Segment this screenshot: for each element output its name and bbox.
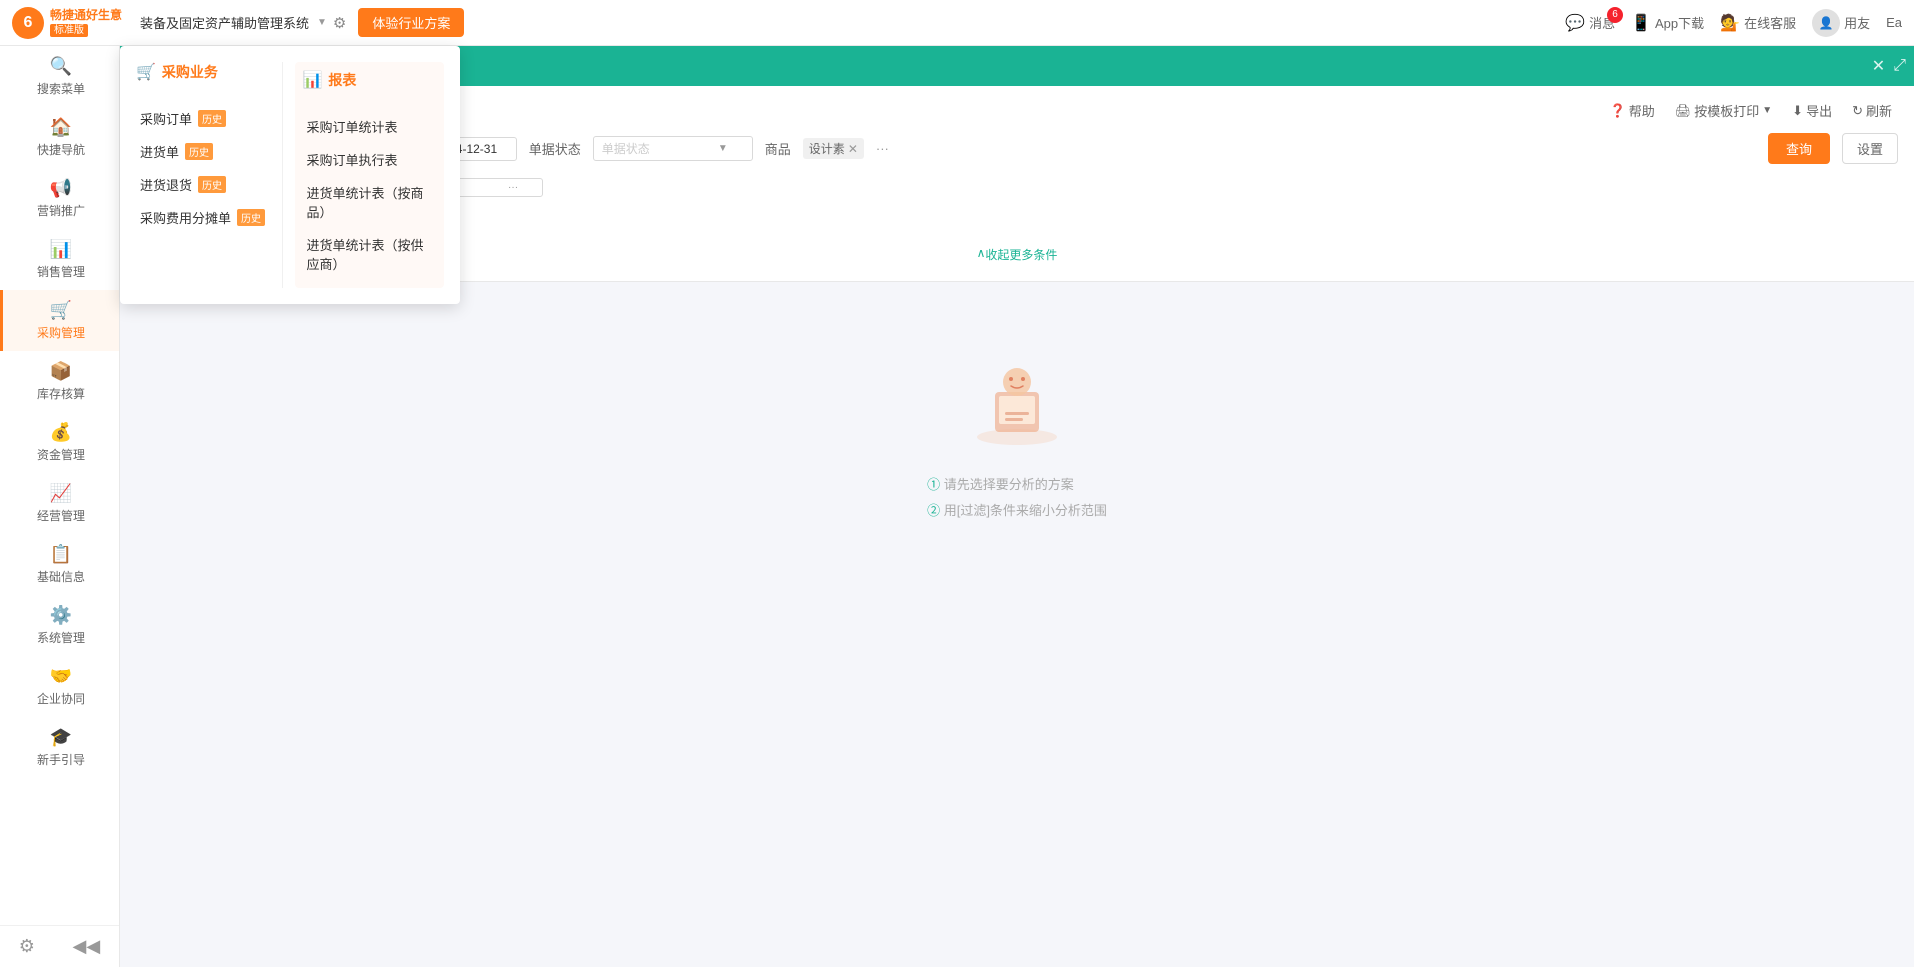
operation-icon: 📈 [50, 483, 72, 504]
sidebar-item-operation[interactable]: 📈 经营管理 [0, 473, 119, 534]
gear-icon[interactable]: ⚙ [333, 14, 346, 32]
purchase-col-title: 🛒 采购业务 [136, 62, 270, 90]
empty-illustration [967, 362, 1067, 452]
sidebar-item-sales[interactable]: 📊 销售管理 [0, 229, 119, 290]
dropdown-item-receipt-by-supplier[interactable]: 进货单统计表（按供应商） [303, 228, 437, 280]
sidebar-item-quicknav[interactable]: 🏠 快捷导航 [0, 107, 119, 168]
logo-text: 畅捷通好生意 标准版 [50, 8, 122, 38]
help-icon: ❓ [1610, 103, 1626, 119]
app-download-button[interactable]: 📱 App下载 [1631, 13, 1704, 33]
dropdown-item-goods-receipt[interactable]: 进货单 历史 [136, 135, 270, 168]
dropdown-item-purchase-expense[interactable]: 采购费用分摊单 历史 [136, 201, 270, 234]
setting-button[interactable]: 设置 [1842, 133, 1898, 164]
sidebar-item-system[interactable]: ⚙️ 系统管理 [0, 595, 119, 656]
sidebar-bottom: ⚙ ◀◀ [0, 925, 119, 967]
service-icon: 💁 [1720, 13, 1740, 33]
user-avatar-button[interactable]: 👤 用友 [1812, 9, 1870, 37]
sidebar-item-purchase[interactable]: 🛒 采购管理 [0, 290, 119, 351]
purchase-col-icon: 🛒 [136, 62, 156, 82]
print-icon: 🖨 [1675, 103, 1692, 119]
marketing-icon: 📢 [50, 178, 72, 199]
newbie-icon: 🎓 [50, 727, 72, 748]
sidebar-item-marketing[interactable]: 📢 营销推广 [0, 168, 119, 229]
ea-label: Ea [1886, 15, 1902, 30]
message-badge: 6 [1607, 7, 1623, 23]
dropdown-divider [282, 62, 283, 288]
sidebar-item-enterprise[interactable]: 🤝 企业协同 [0, 656, 119, 717]
topbar-right: 💬 消息 6 📱 App下载 💁 在线客服 👤 用友 Ea [1565, 9, 1902, 37]
basicinfo-icon: 📋 [50, 544, 72, 565]
dropdown-item-po-exec[interactable]: 采购订单执行表 [303, 143, 437, 176]
logo-area: 6 畅捷通好生意 标准版 [12, 7, 132, 39]
sidebar: 🔍 搜索菜单 🏠 快捷导航 📢 营销推广 📊 销售管理 🛒 采购管理 📦 库存核… [0, 46, 120, 967]
enterprise-icon: 🤝 [50, 666, 72, 687]
settings-bottom-icon[interactable]: ⚙ [19, 936, 35, 957]
home-icon: 🏠 [50, 117, 72, 138]
empty-state: ① 请先选择要分析的方案 ② 用[过滤]条件来缩小分析范围 [120, 282, 1914, 604]
doc-status-label: 单据状态 [529, 139, 581, 158]
inventory-icon: 📦 [50, 361, 72, 382]
system-title-area: 装备及固定资产辅助管理系统 ▼ ⚙ 体验行业方案 [140, 8, 1565, 37]
purchase-expense-history-badge: 历史 [237, 209, 265, 226]
toolbar-right: ❓ 帮助 🖨 按模板打印 ▼ ⬇ 导出 ↻ [1604, 98, 1898, 123]
sidebar-item-newbie[interactable]: 🎓 新手引导 [0, 717, 119, 778]
print-button[interactable]: 🖨 按模板打印 ▼ [1669, 98, 1778, 123]
dropdown-item-purchase-order[interactable]: 采购订单 历史 [136, 102, 270, 135]
sidebar-item-basicinfo[interactable]: 📋 基础信息 [0, 534, 119, 595]
dropdown-item-po-stats[interactable]: 采购订单统计表 [303, 110, 437, 143]
report-col-icon: 📊 [303, 70, 323, 90]
purchase-icon: 🛒 [50, 300, 72, 321]
goods-return-history-badge: 历史 [198, 176, 226, 193]
dropdown-item-goods-return[interactable]: 进货退货 历史 [136, 168, 270, 201]
tabs-close-icon[interactable]: ✕ [1872, 56, 1885, 76]
export-button[interactable]: ⬇ 导出 [1786, 98, 1838, 123]
tabs-fullscreen-icon[interactable]: ⤢ [1893, 57, 1906, 75]
trial-button[interactable]: 体验行业方案 [358, 8, 464, 37]
product-tag-chip: 设计素 ✕ [803, 138, 864, 159]
doc-status-select[interactable]: 单据状态 ▼ [593, 136, 753, 161]
report-col-title: 📊 报表 [303, 70, 437, 98]
refresh-icon: ↻ [1852, 103, 1863, 119]
topbar: 6 畅捷通好生意 标准版 装备及固定资产辅助管理系统 ▼ ⚙ 体验行业方案 💬 … [0, 0, 1914, 46]
tabs-bar-right: ✕ ⤢ [1872, 56, 1906, 76]
purchase-order-history-badge: 历史 [198, 110, 226, 127]
search-sidebar-icon: 🔍 [50, 56, 72, 77]
logo-icon: 6 [12, 7, 44, 39]
online-service-button[interactable]: 💁 在线客服 [1720, 13, 1796, 33]
report-col: 📊 报表 采购订单统计表 采购订单执行表 进货单统计表（按商品） 进货单统计表（… [295, 62, 445, 288]
message-button[interactable]: 💬 消息 6 [1565, 13, 1615, 33]
purchase-dropdown-menu: 🛒 采购业务 采购订单 历史 进货单 历史 进货退货 历史 采购费用分摊单 历史 [120, 46, 460, 304]
avatar: 👤 [1812, 9, 1840, 37]
collapse-arrow-icon: ∧ [977, 246, 986, 263]
sales-icon: 📊 [50, 239, 72, 260]
help-button[interactable]: ❓ 帮助 [1604, 98, 1661, 123]
system-dropdown-arrow[interactable]: ▼ [317, 17, 327, 28]
product-tag-remove[interactable]: ✕ [848, 142, 858, 156]
refresh-button[interactable]: ↻ 刷新 [1846, 98, 1898, 123]
purchase-col: 🛒 采购业务 采购订单 历史 进货单 历史 进货退货 历史 采购费用分摊单 历史 [136, 62, 270, 288]
finance-icon: 💰 [50, 422, 72, 443]
product-more[interactable]: ··· [876, 141, 889, 156]
dropdown-item-receipt-by-product[interactable]: 进货单统计表（按商品） [303, 176, 437, 228]
print-dropdown-arrow[interactable]: ▼ [1762, 105, 1772, 116]
phone-icon: 📱 [1631, 13, 1651, 33]
dropdown-header: 🛒 采购业务 采购订单 历史 进货单 历史 进货退货 历史 采购费用分摊单 历史 [136, 62, 444, 288]
collapse-sidebar-icon[interactable]: ◀◀ [73, 936, 101, 957]
system-icon: ⚙️ [50, 605, 72, 626]
empty-tip-1: ① 请先选择要分析的方案 ② 用[过滤]条件来缩小分析范围 [927, 472, 1107, 524]
query-button[interactable]: 查询 [1768, 133, 1830, 164]
sidebar-item-finance[interactable]: 💰 资金管理 [0, 412, 119, 473]
product-label: 商品 [765, 139, 791, 158]
sidebar-item-inventory[interactable]: 📦 库存核算 [0, 351, 119, 412]
export-icon: ⬇ [1792, 103, 1803, 119]
system-title: 装备及固定资产辅助管理系统 [140, 13, 309, 32]
sidebar-item-search[interactable]: 🔍 搜索菜单 [0, 46, 119, 107]
message-icon: 💬 [1565, 13, 1585, 33]
goods-receipt-history-badge: 历史 [185, 143, 213, 160]
